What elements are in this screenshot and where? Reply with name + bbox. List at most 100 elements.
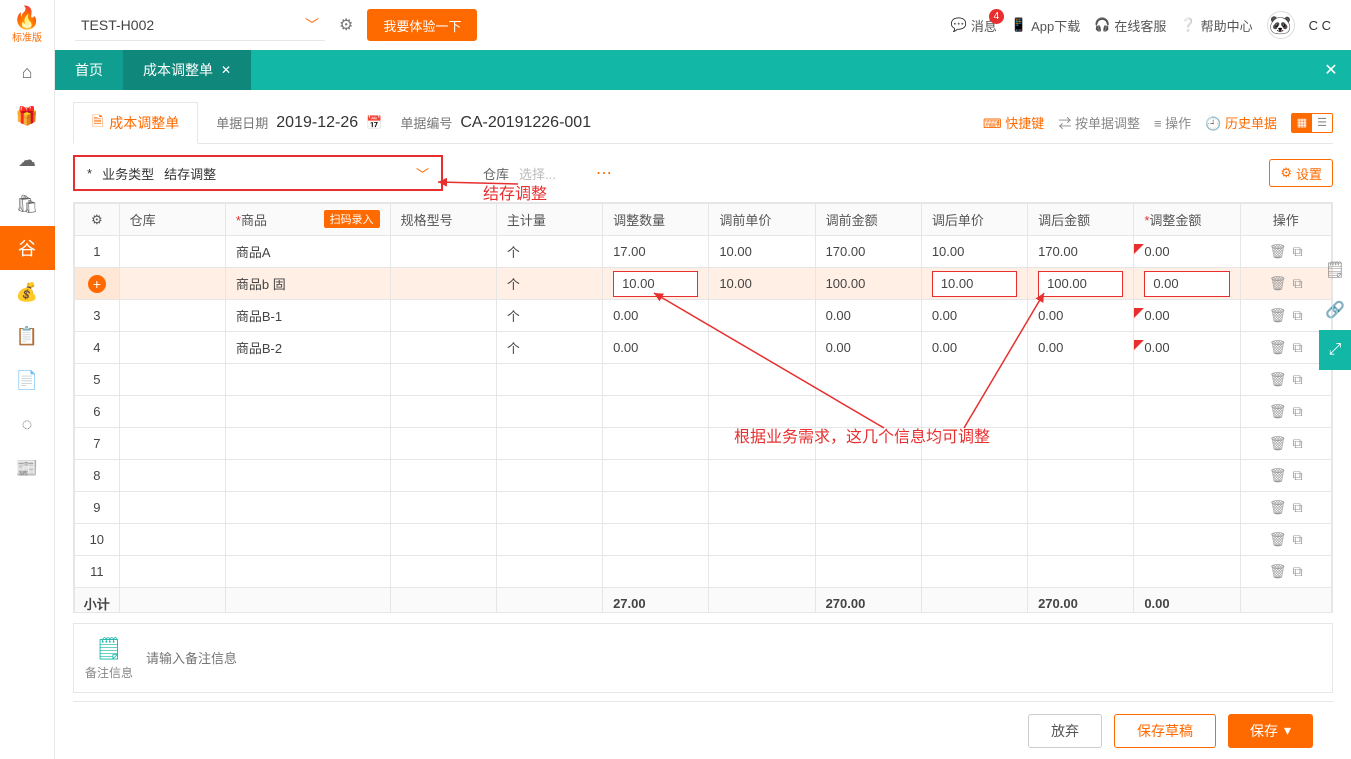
gear-icon[interactable]: ⚙ [339,15,353,35]
delete-icon[interactable]: 🗑 [1269,243,1287,259]
cell-postprice[interactable]: 10.00 [921,236,1027,268]
table-row[interactable]: 7🗑⧉ [75,428,1332,460]
cell-postamt[interactable] [1028,364,1134,396]
customer-service-link[interactable]: 🎧 在线客服 [1094,16,1166,35]
more-icon[interactable]: ⋯ [596,163,612,183]
copy-icon[interactable]: ⧉ [1293,531,1303,547]
cell-spec[interactable] [390,428,496,460]
cell-qty[interactable]: 10.00 [603,268,709,300]
business-type-select[interactable]: *业务类型 结存调整 ﹀ [73,155,443,191]
app-download-link[interactable]: 📱 App下载 [1011,16,1080,35]
cell-postamt[interactable]: 100.00 [1028,268,1134,300]
nav-form-icon[interactable]: 📄 [0,358,55,402]
note-icon[interactable]: 🗒 [1319,250,1351,290]
cell-postamt[interactable] [1028,556,1134,588]
table-row[interactable]: 1商品A个17.0010.00170.0010.00170.000.00🗑⧉ [75,236,1332,268]
copy-icon[interactable]: ⧉ [1293,371,1303,387]
cell-product[interactable] [225,460,390,492]
nav-gift-icon[interactable]: 🎁 [0,94,55,138]
discard-button[interactable]: 放弃 [1028,714,1102,748]
cell-postamt[interactable]: 0.00 [1028,332,1134,364]
cell-spec[interactable] [390,524,496,556]
cell-adjamt[interactable]: 0.00 [1134,236,1240,268]
cell-warehouse[interactable] [119,396,225,428]
doc-tab[interactable]: 🗎成本调整单 [73,102,198,144]
messages-link[interactable]: 💬 消息4 [951,16,997,35]
history-link[interactable]: 🕘 历史单据 [1205,113,1277,132]
cell-postprice[interactable]: 0.00 [921,332,1027,364]
delete-icon[interactable]: 🗑 [1269,435,1287,451]
cell-postamt[interactable] [1028,396,1134,428]
tab-cost-adjust[interactable]: 成本调整单✕ [123,50,251,90]
save-draft-button[interactable]: 保存草稿 [1114,714,1216,748]
delete-icon[interactable]: 🗑 [1269,531,1287,547]
avatar[interactable]: 🐼 [1267,11,1295,39]
nav-loading-icon[interactable]: ◌ [0,402,55,446]
cell-qty[interactable] [603,492,709,524]
cell-spec[interactable] [390,268,496,300]
cell-spec[interactable] [390,556,496,588]
copy-icon[interactable]: ⧉ [1293,275,1303,291]
copy-icon[interactable]: ⧉ [1293,499,1303,515]
table-row[interactable]: 10🗑⧉ [75,524,1332,556]
table-row[interactable]: 3商品B-1个0.000.000.000.000.00🗑⧉ [75,300,1332,332]
copy-icon[interactable]: ⧉ [1293,243,1303,259]
cell-adjamt[interactable]: 0.00 [1134,268,1240,300]
cell-qty[interactable] [603,556,709,588]
cell-postprice[interactable]: 0.00 [921,300,1027,332]
cell-product[interactable]: 商品A [225,236,390,268]
cell-adjamt[interactable] [1134,524,1240,556]
cell-warehouse[interactable] [119,428,225,460]
cell-adjamt[interactable] [1134,428,1240,460]
delete-icon[interactable]: 🗑 [1269,563,1287,579]
cell-spec[interactable] [390,300,496,332]
link-icon[interactable]: 🔗 [1319,290,1351,330]
cell-product[interactable]: 商品b 固 [225,268,390,300]
cell-postamt[interactable] [1028,524,1134,556]
save-button[interactable]: 保存 ▾ [1228,714,1313,748]
table-row[interactable]: 5🗑⧉ [75,364,1332,396]
delete-icon[interactable]: 🗑 [1269,339,1287,355]
delete-icon[interactable]: 🗑 [1269,275,1287,291]
nav-home-icon[interactable]: ⌂ [0,50,55,94]
cell-postprice[interactable] [921,556,1027,588]
delete-icon[interactable]: 🗑 [1269,467,1287,483]
cell-qty[interactable]: 0.00 [603,332,709,364]
table-row[interactable]: 11🗑⧉ [75,556,1332,588]
copy-icon[interactable]: ⧉ [1293,467,1303,483]
cell-adjamt[interactable] [1134,396,1240,428]
by-bill-link[interactable]: ⇄ 按单据调整 [1058,113,1140,132]
cell-postprice[interactable] [921,364,1027,396]
calendar-icon[interactable]: 📅 [366,115,382,131]
cell-product[interactable]: 商品B-1 [225,300,390,332]
cell-warehouse[interactable] [119,268,225,300]
cell-postprice[interactable] [921,492,1027,524]
table-row[interactable]: 9🗑⧉ [75,492,1332,524]
nav-money-icon[interactable]: 💰 [0,270,55,314]
delete-icon[interactable]: 🗑 [1269,371,1287,387]
cell-warehouse[interactable] [119,492,225,524]
copy-icon[interactable]: ⧉ [1293,403,1303,419]
hotkey-link[interactable]: ⌨ 快捷键 [983,113,1044,132]
expand-icon[interactable]: ⤢ [1319,330,1351,370]
cell-warehouse[interactable] [119,236,225,268]
nav-cloud-icon[interactable]: ☁ [0,138,55,182]
cell-qty[interactable] [603,460,709,492]
cell-warehouse[interactable] [119,460,225,492]
cell-postprice[interactable] [921,460,1027,492]
col-gear[interactable]: ⚙ [75,204,120,236]
cell-warehouse[interactable] [119,556,225,588]
cell-spec[interactable] [390,236,496,268]
scan-button[interactable]: 扫码录入 [324,210,380,228]
nav-new-icon[interactable]: 📰 [0,446,55,490]
cell-postamt[interactable] [1028,428,1134,460]
cell-postprice[interactable] [921,524,1027,556]
operations-link[interactable]: ≡ 操作 [1154,113,1191,132]
table-row[interactable]: 4商品B-2个0.000.000.000.000.00🗑⧉ [75,332,1332,364]
org-selector[interactable]: TEST-H002﹀ [75,9,325,41]
cell-adjamt[interactable] [1134,460,1240,492]
cell-adjamt[interactable] [1134,364,1240,396]
table-row[interactable]: 8🗑⧉ [75,460,1332,492]
cell-product[interactable] [225,428,390,460]
cell-postprice[interactable]: 10.00 [921,268,1027,300]
